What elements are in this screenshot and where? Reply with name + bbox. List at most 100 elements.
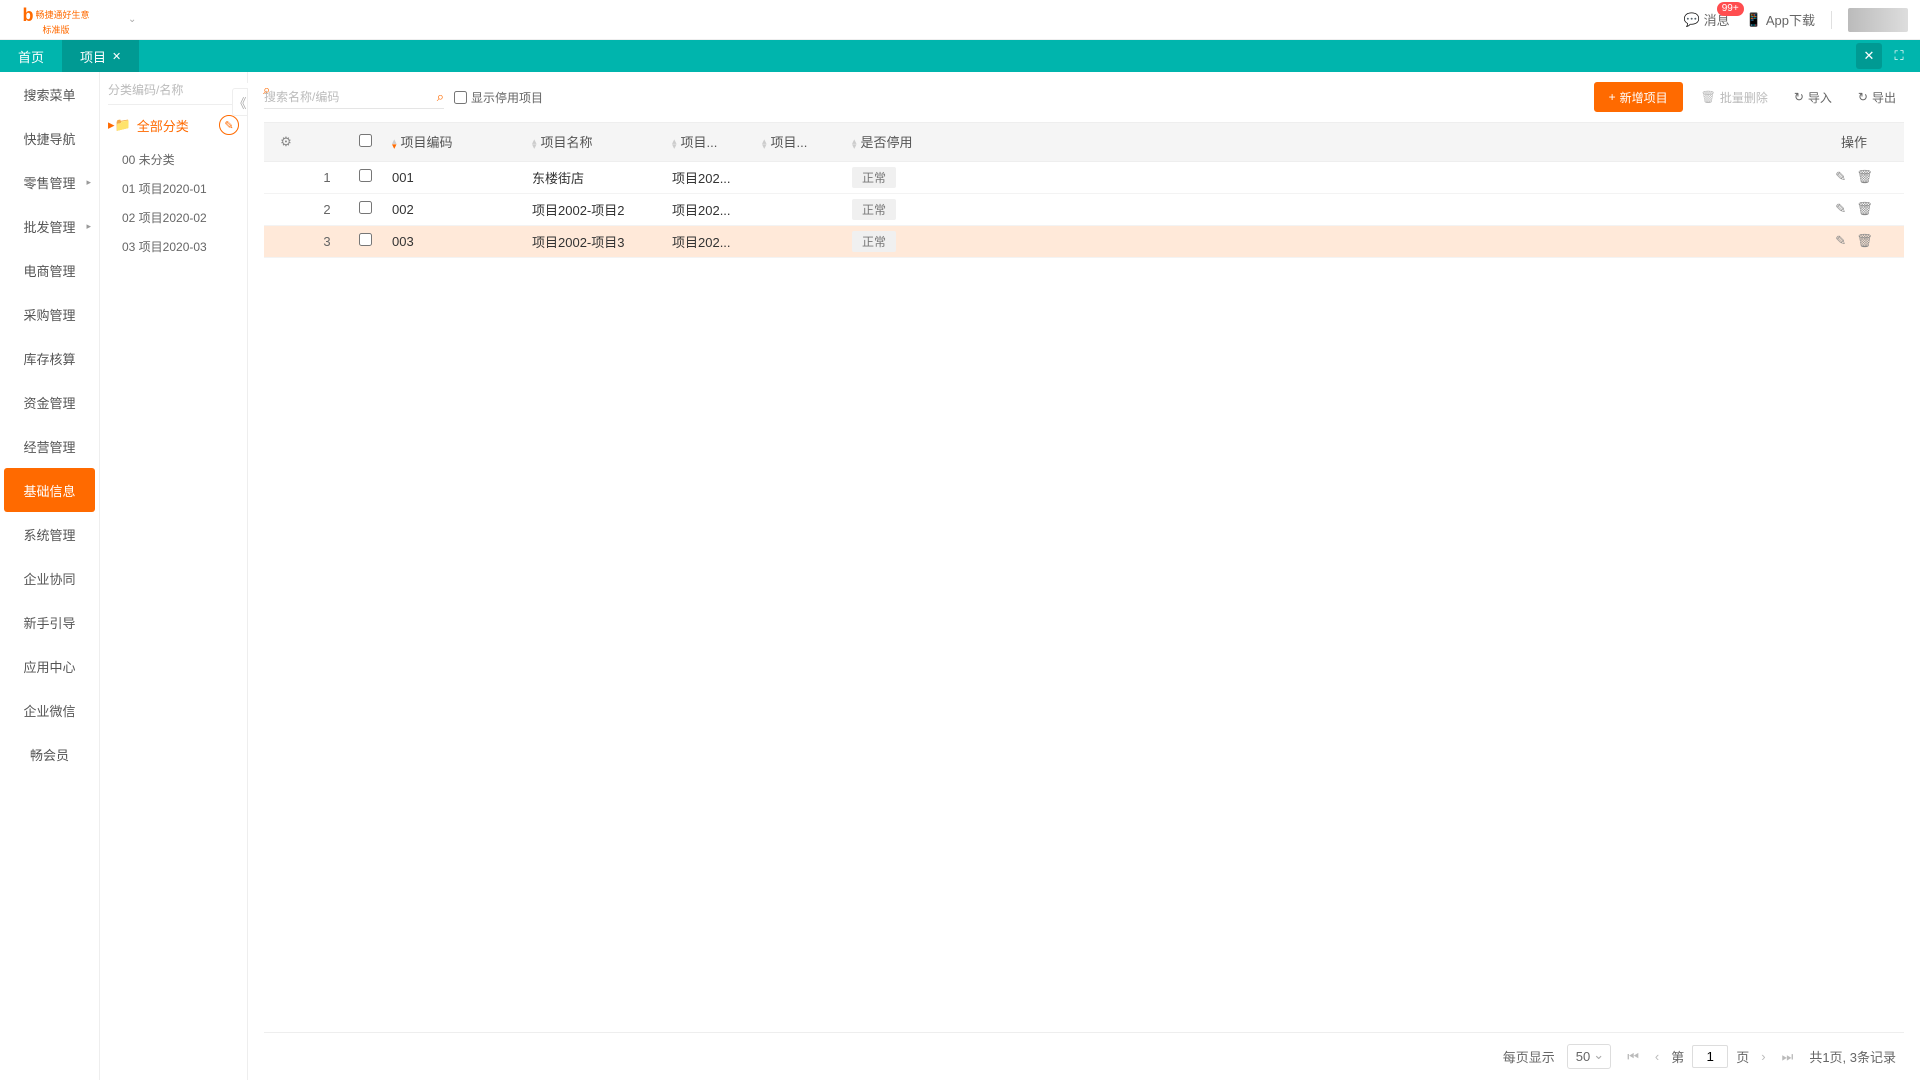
sidebar-item-label: 库存核算	[23, 349, 75, 368]
collapse-tree-button[interactable]: 《	[232, 88, 248, 116]
sidebar-item-8[interactable]: 经营管理	[0, 424, 99, 468]
show-disabled-checkbox[interactable]	[454, 91, 467, 104]
export-label: 导出	[1872, 89, 1896, 106]
delete-row-button[interactable]: 🗑	[1856, 233, 1873, 249]
tree-node-1[interactable]: 01 项目2020-01	[108, 174, 239, 203]
add-project-button[interactable]: + 新增项目	[1594, 82, 1683, 112]
edit-tree-button[interactable]: ✎	[219, 115, 239, 135]
cell-col3: 项目202...	[664, 161, 754, 193]
row-checkbox[interactable]	[359, 233, 372, 246]
tree-root-label: 全部分类	[137, 116, 189, 135]
edit-icon: ✎	[224, 119, 233, 132]
cell-status: 正常	[844, 225, 1804, 257]
cell-name: 项目2002-项目3	[524, 225, 664, 257]
page-input[interactable]	[1692, 1045, 1728, 1068]
table-row[interactable]: 1001东楼街店项目202...正常✎🗑	[264, 161, 1904, 193]
search-icon[interactable]: ⌕	[263, 82, 270, 98]
row-checkbox[interactable]	[359, 201, 372, 214]
edit-row-button[interactable]: ✎	[1835, 169, 1846, 185]
sidebar-item-13[interactable]: 应用中心	[0, 644, 99, 688]
sidebar-nav: 搜索菜单快捷导航零售管理▸批发管理▸电商管理采购管理库存核算资金管理经营管理基础…	[0, 72, 100, 1080]
code-column[interactable]: ▴▾项目编码	[384, 123, 524, 161]
tree-node-3[interactable]: 03 项目2020-03	[108, 232, 239, 261]
user-avatar[interactable]	[1848, 8, 1908, 32]
per-page-label: 每页显示	[1503, 1047, 1555, 1066]
chevron-right-icon: ▸	[86, 221, 91, 232]
tree-root[interactable]: ▸📁 全部分类 ✎	[108, 115, 239, 135]
sidebar-item-5[interactable]: 采购管理	[0, 292, 99, 336]
tenant-selector[interactable]: ⌄	[120, 10, 144, 29]
col3-column[interactable]: ▴▾项目...	[664, 123, 754, 161]
chevron-down-icon: ⌄	[128, 14, 136, 25]
close-icon[interactable]: ✕	[112, 50, 121, 63]
app-download-button[interactable]: 📱 App下载	[1746, 10, 1815, 29]
cell-col4	[754, 225, 844, 257]
tab-1[interactable]: 项目 ✕	[62, 40, 139, 72]
sidebar-item-label: 企业微信	[23, 701, 75, 720]
brand-sub: 标准版	[42, 26, 69, 35]
sidebar-item-7[interactable]: 资金管理	[0, 380, 99, 424]
delete-row-button[interactable]: 🗑	[1856, 201, 1873, 217]
sidebar-item-label: 搜索菜单	[23, 85, 75, 104]
select-all-checkbox[interactable]	[359, 134, 372, 147]
sidebar-item-1[interactable]: 快捷导航	[0, 116, 99, 160]
sidebar-item-14[interactable]: 企业微信	[0, 688, 99, 732]
next-page-button[interactable]: ›	[1757, 1047, 1769, 1066]
fullscreen-button[interactable]: ⛶	[1886, 43, 1912, 69]
sidebar-item-4[interactable]: 电商管理	[0, 248, 99, 292]
sidebar-item-15[interactable]: 畅会员	[0, 732, 99, 776]
edit-row-button[interactable]: ✎	[1835, 233, 1846, 249]
app-header: b 畅捷通好生意 标准版 ⌄ 💬 消息 99+ 📱 App下载	[0, 0, 1920, 40]
sidebar-item-9[interactable]: 基础信息	[4, 468, 95, 512]
name-column[interactable]: ▴▾项目名称	[524, 123, 664, 161]
sidebar-item-2[interactable]: 零售管理▸	[0, 160, 99, 204]
table-row[interactable]: 2002项目2002-项目2项目202...正常✎🗑	[264, 193, 1904, 225]
status-column[interactable]: ▴▾是否停用	[844, 123, 1804, 161]
messages-button[interactable]: 💬 消息 99+	[1683, 10, 1729, 29]
tab-label: 项目	[80, 47, 106, 66]
close-tabs-button[interactable]: ✕	[1856, 43, 1882, 69]
sidebar-item-label: 新手引导	[23, 613, 75, 632]
tab-0[interactable]: 首页	[0, 40, 62, 72]
prev-page-button[interactable]: ‹	[1651, 1047, 1663, 1066]
main-content: ⌕ 显示停用项目 + 新增项目 🗑 批量删除 ↻ 导入 ↻ 导出	[248, 72, 1920, 1080]
show-disabled-toggle[interactable]: 显示停用项目	[454, 89, 543, 106]
row-checkbox[interactable]	[359, 169, 372, 182]
import-icon: ↻	[1794, 90, 1804, 104]
batch-delete-button[interactable]: 🗑 批量删除	[1693, 82, 1776, 112]
import-label: 导入	[1808, 89, 1832, 106]
tree-node-0[interactable]: 00 未分类	[108, 145, 239, 174]
sidebar-item-label: 资金管理	[23, 393, 75, 412]
last-page-button[interactable]: ⏭	[1778, 1047, 1798, 1067]
logo-icon: b	[22, 5, 33, 26]
plus-icon: +	[1609, 90, 1616, 104]
sidebar-item-0[interactable]: 搜索菜单	[0, 72, 99, 116]
delete-row-button[interactable]: 🗑	[1856, 169, 1873, 185]
cell-status: 正常	[844, 193, 1804, 225]
table-row[interactable]: 3003项目2002-项目3项目202...正常✎🗑	[264, 225, 1904, 257]
search-icon[interactable]: ⌕	[437, 89, 444, 105]
sidebar-item-10[interactable]: 系统管理	[0, 512, 99, 556]
tab-bar: 首页 项目 ✕ ✕ ⛶	[0, 40, 1920, 72]
sidebar-item-12[interactable]: 新手引导	[0, 600, 99, 644]
first-page-button[interactable]: ⏮	[1623, 1047, 1643, 1067]
import-button[interactable]: ↻ 导入	[1786, 82, 1840, 112]
cell-col4	[754, 193, 844, 225]
per-page-select[interactable]: 50	[1567, 1044, 1611, 1069]
ops-column: 操作	[1804, 123, 1904, 161]
settings-column[interactable]: ⚙	[264, 123, 308, 161]
row-gear	[264, 193, 308, 225]
sidebar-item-6[interactable]: 库存核算	[0, 336, 99, 380]
export-icon: ↻	[1858, 90, 1868, 104]
tab-label: 首页	[18, 47, 44, 66]
chevron-right-icon: ▸	[86, 177, 91, 188]
sidebar-item-3[interactable]: 批发管理▸	[0, 204, 99, 248]
row-gear	[264, 161, 308, 193]
export-button[interactable]: ↻ 导出	[1850, 82, 1904, 112]
status-badge: 正常	[852, 167, 896, 188]
sidebar-item-11[interactable]: 企业协同	[0, 556, 99, 600]
col4-column[interactable]: ▴▾项目...	[754, 123, 844, 161]
edit-row-button[interactable]: ✎	[1835, 201, 1846, 217]
tree-node-2[interactable]: 02 项目2020-02	[108, 203, 239, 232]
search-input[interactable]	[264, 86, 437, 108]
